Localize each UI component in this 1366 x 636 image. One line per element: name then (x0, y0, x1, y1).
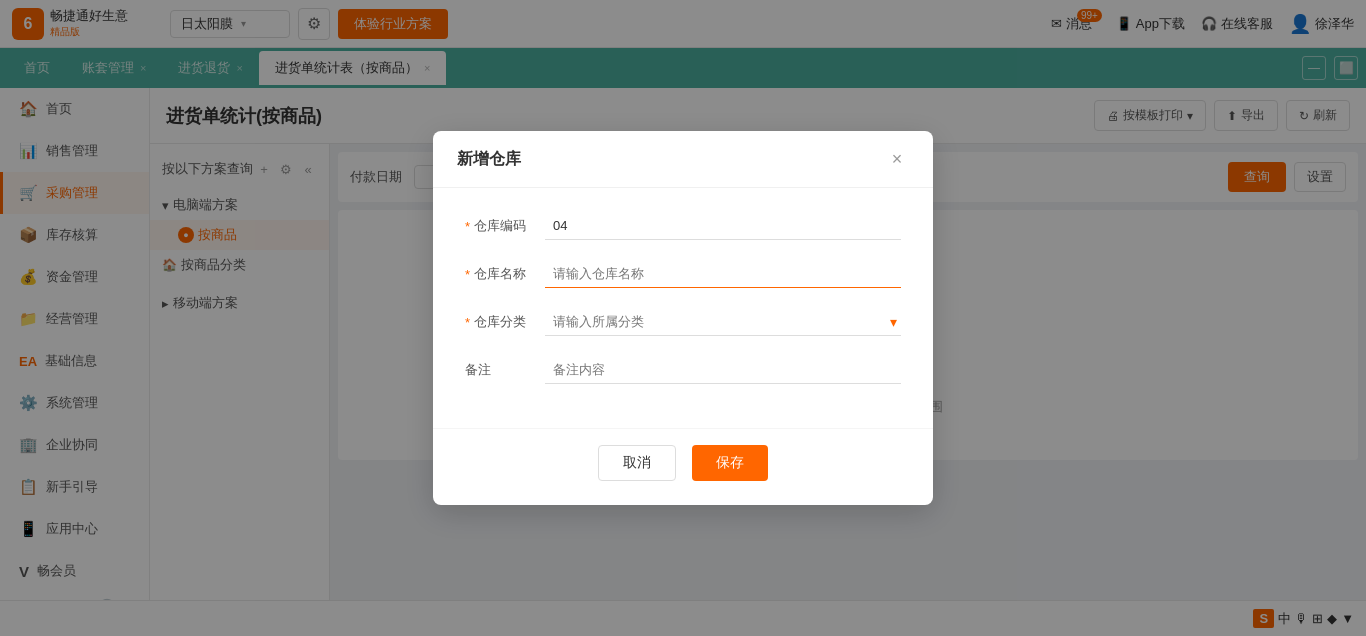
form-row-category: * 仓库分类 ▾ (465, 308, 901, 336)
modal-overlay[interactable]: 新增仓库 × * 仓库编码 * 仓库名称 (0, 0, 1366, 636)
modal-footer: 取消 保存 (433, 428, 933, 505)
required-star-code: * (465, 219, 470, 234)
warehouse-code-label: * 仓库编码 (465, 217, 545, 235)
remark-input[interactable] (545, 356, 901, 384)
add-warehouse-modal: 新增仓库 × * 仓库编码 * 仓库名称 (433, 131, 933, 505)
required-star-name: * (465, 267, 470, 282)
remark-label: 备注 (465, 361, 545, 379)
warehouse-category-label: * 仓库分类 (465, 313, 545, 331)
required-star-category: * (465, 315, 470, 330)
save-button[interactable]: 保存 (692, 445, 768, 481)
modal-body: * 仓库编码 * 仓库名称 * 仓库分类 (433, 188, 933, 428)
warehouse-category-wrap: ▾ (545, 308, 901, 336)
modal-title: 新增仓库 (457, 149, 521, 170)
form-row-name: * 仓库名称 (465, 260, 901, 288)
cancel-button[interactable]: 取消 (598, 445, 676, 481)
form-row-code: * 仓库编码 (465, 212, 901, 240)
modal-close-button[interactable]: × (885, 147, 909, 171)
warehouse-category-input[interactable] (545, 308, 901, 335)
warehouse-name-label: * 仓库名称 (465, 265, 545, 283)
warehouse-code-input[interactable] (545, 212, 901, 240)
modal-header: 新增仓库 × (433, 131, 933, 188)
warehouse-name-input[interactable] (545, 260, 901, 288)
form-row-remark: 备注 (465, 356, 901, 384)
